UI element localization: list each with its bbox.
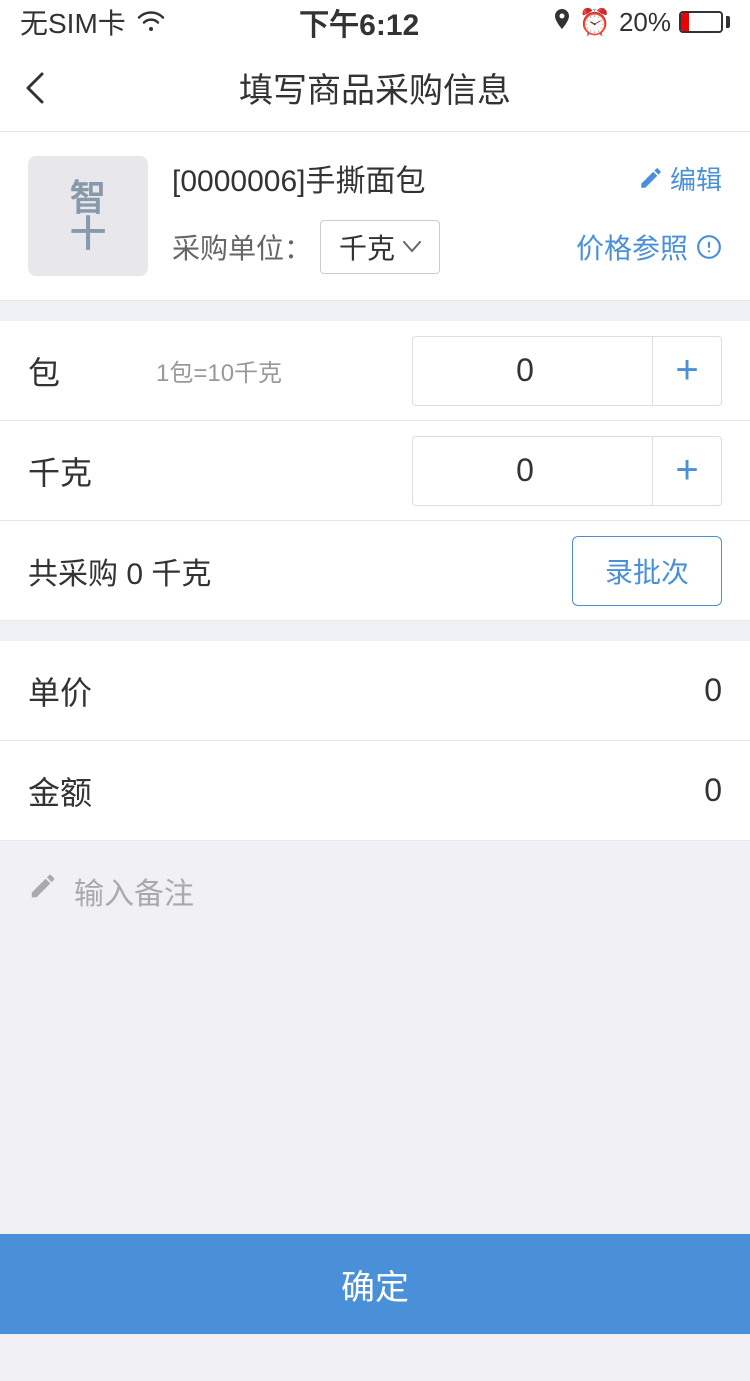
- carrier-label: 无SIM卡: [20, 2, 126, 42]
- note-area[interactable]: 输入备注: [0, 841, 750, 1041]
- alarm-icon: ⏰: [579, 7, 611, 38]
- bag-input-row: 包 1包=10千克 +: [0, 321, 750, 421]
- edit-button[interactable]: 编辑: [638, 160, 722, 197]
- total-row: 共采购 0 千克 录批次: [0, 521, 750, 621]
- location-icon: [553, 7, 571, 38]
- batch-button[interactable]: 录批次: [572, 536, 722, 606]
- amount-label: 金额: [28, 768, 92, 814]
- bag-plus-button[interactable]: +: [652, 336, 722, 406]
- battery-percent: 20%: [619, 7, 671, 38]
- note-placeholder[interactable]: 输入备注: [74, 869, 194, 913]
- product-info: [0000006]手撕面包 编辑 采购单位： 千克 价格参照: [172, 156, 722, 274]
- amount-value: 0: [704, 772, 722, 809]
- kg-plus-button[interactable]: +: [652, 436, 722, 506]
- unit-price-row: 单价 0: [0, 641, 750, 741]
- unit-dropdown[interactable]: 千克: [320, 220, 440, 274]
- status-left: 无SIM卡: [20, 2, 166, 42]
- unit-prefix: 采购单位：: [172, 227, 312, 267]
- product-card: 智 十 [0000006]手撕面包 编辑 采购单位： 千克: [0, 132, 750, 301]
- page-title: 填写商品采购信息: [239, 63, 511, 112]
- product-name: [0000006]手撕面包: [172, 156, 425, 200]
- total-label: 共采购 0 千克: [28, 549, 211, 593]
- kg-input[interactable]: [412, 436, 652, 506]
- confirm-button[interactable]: 确定: [0, 1234, 750, 1334]
- kg-label: 千克: [28, 448, 148, 494]
- price-ref-button[interactable]: 价格参照: [576, 227, 722, 267]
- product-image: 智 十: [28, 156, 148, 276]
- bag-label: 包: [28, 348, 148, 394]
- battery-icon: [679, 11, 730, 33]
- back-button[interactable]: [24, 70, 46, 106]
- input-section: 包 1包=10千克 + 千克 +: [0, 321, 750, 521]
- section-divider-2: [0, 621, 750, 641]
- unit-price-value: 0: [704, 672, 722, 709]
- bag-sub-label: 1包=10千克: [156, 353, 282, 388]
- pencil-icon: [28, 871, 58, 909]
- section-divider-1: [0, 301, 750, 321]
- amount-row: 金额 0: [0, 741, 750, 841]
- wifi-icon: [136, 6, 166, 38]
- unit-price-label: 单价: [28, 668, 92, 714]
- kg-input-row: 千克 +: [0, 421, 750, 521]
- bag-input[interactable]: [412, 336, 652, 406]
- status-bar: 无SIM卡 下午6:12 ⏰ 20%: [0, 0, 750, 44]
- product-logo: 智 十: [70, 180, 106, 252]
- status-time: 下午6:12: [299, 0, 419, 44]
- nav-bar: 填写商品采购信息: [0, 44, 750, 132]
- status-right: ⏰ 20%: [553, 7, 730, 38]
